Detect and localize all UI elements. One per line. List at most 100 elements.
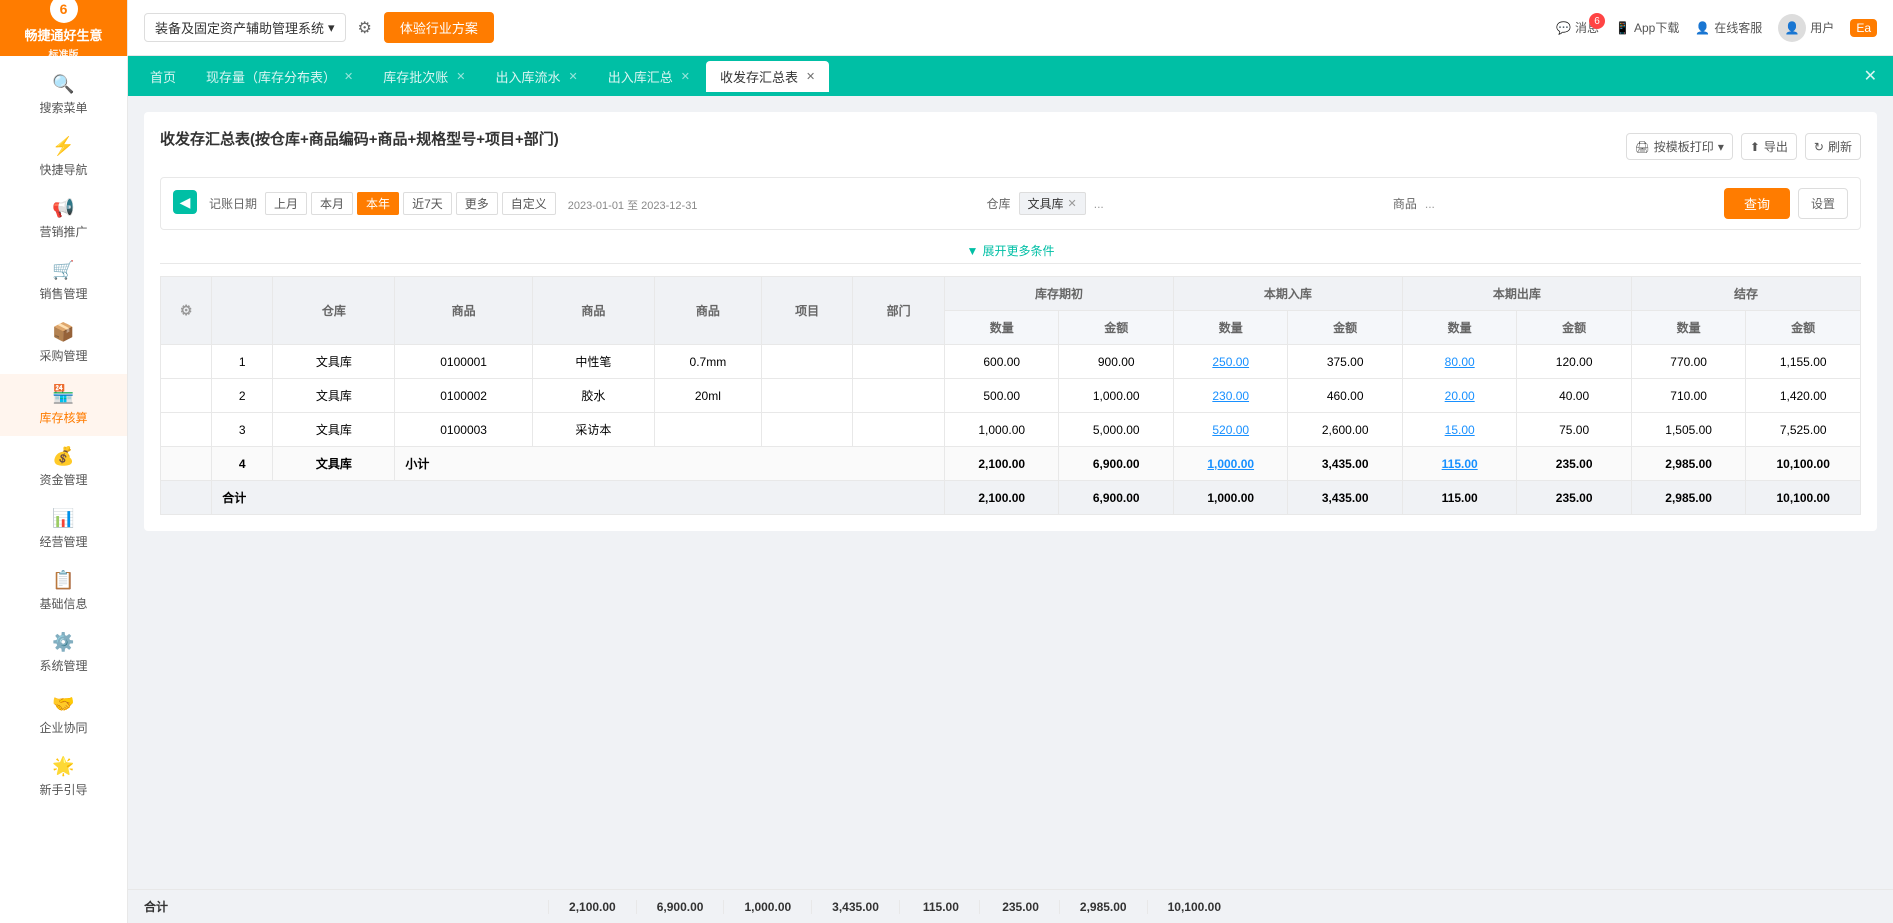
tab-batch[interactable]: 库存批次账 ✕ <box>369 61 479 92</box>
system-selector[interactable]: 装备及固定资产辅助管理系统 ▾ <box>144 13 346 42</box>
sub-out-qty[interactable]: 115.00 <box>1402 447 1516 481</box>
messages-btn[interactable]: 💬 消息 6 <box>1556 19 1599 36</box>
row-out-qty[interactable]: 15.00 <box>1402 413 1516 447</box>
date-buttons: 上月 本月 本年 近7天 更多 自定义 <box>265 192 556 215</box>
tab-close-summary[interactable]: ✕ <box>681 70 690 83</box>
sidebar-item-search[interactable]: 🔍 搜索菜单 <box>0 64 127 126</box>
row-name: 中性笔 <box>532 345 654 379</box>
date-btn-this-month[interactable]: 本月 <box>311 192 353 215</box>
basic-icon: 📋 <box>52 570 74 591</box>
date-btn-last-month[interactable]: 上月 <box>265 192 307 215</box>
row-name: 胶水 <box>532 379 654 413</box>
row-in-qty[interactable]: 250.00 <box>1173 345 1287 379</box>
date-btn-custom[interactable]: 自定义 <box>502 192 556 215</box>
warehouse-ellipsis[interactable]: ... <box>1094 197 1104 211</box>
query-btn[interactable]: 查询 <box>1724 188 1790 219</box>
row-spec <box>654 413 761 447</box>
row-bal-amt: 1,155.00 <box>1746 345 1861 379</box>
date-btn-this-year[interactable]: 本年 <box>357 192 399 215</box>
total-row: 合计 2,100.00 6,900.00 1,000.00 3,435.00 1… <box>161 481 1861 515</box>
row-bal-qty: 710.00 <box>1631 379 1745 413</box>
bottom-bal-amt: 10,100.00 <box>1147 900 1241 914</box>
sub-inv-qty: 2,100.00 <box>944 447 1058 481</box>
row-code: 0100001 <box>395 345 532 379</box>
tabbar-close-btn[interactable]: ✕ <box>1856 62 1885 90</box>
search-icon: 🔍 <box>52 74 74 95</box>
sidebar-item-purchase[interactable]: 📦 采购管理 <box>0 312 127 374</box>
export-btn[interactable]: ⬆ 导出 <box>1741 133 1797 160</box>
bottom-total-label: 合计 <box>144 898 168 915</box>
page-title: 收发存汇总表(按仓库+商品编码+商品+规格型号+项目+部门) <box>160 128 559 149</box>
sidebar-label-purchase: 采购管理 <box>39 347 87 364</box>
sidebar-item-enterprise[interactable]: 🤝 企业协同 <box>0 684 127 746</box>
app-download-btn[interactable]: 📱 App下载 <box>1615 19 1679 36</box>
service-icon: 👤 <box>1695 21 1710 35</box>
system-icon: ⚙️ <box>52 632 74 653</box>
tab-recv-send[interactable]: 收发存汇总表 ✕ <box>706 61 829 92</box>
export-icon: ⬆ <box>1750 140 1760 154</box>
tab-summary[interactable]: 出入库汇总 ✕ <box>594 61 704 92</box>
date-btn-more[interactable]: 更多 <box>456 192 498 215</box>
print-icon: 🖨 <box>1635 140 1650 154</box>
col-name-header: 商品 <box>532 277 654 345</box>
sales-icon: 🛒 <box>52 260 74 281</box>
goods-ellipsis[interactable]: ... <box>1425 197 1435 211</box>
app-logo: 6 畅捷通好生意 标准版 <box>0 0 127 56</box>
filter-collapse-btn[interactable]: ◀ <box>173 190 197 214</box>
sub-bal-amt: 10,100.00 <box>1746 447 1861 481</box>
tab-close-batch[interactable]: ✕ <box>456 70 465 83</box>
total-bal-amt: 10,100.00 <box>1746 481 1861 515</box>
expand-more-btn[interactable]: ▼ 展开更多条件 <box>160 238 1861 264</box>
col-bal-header: 结存 <box>1631 277 1860 311</box>
tab-stock-distribution[interactable]: 现存量（库存分布表） ✕ <box>192 61 367 92</box>
row-out-qty[interactable]: 80.00 <box>1402 345 1516 379</box>
row-out-qty[interactable]: 20.00 <box>1402 379 1516 413</box>
date-btn-7days[interactable]: 近7天 <box>403 192 452 215</box>
tab-close-flow[interactable]: ✕ <box>569 70 578 83</box>
sidebar-label-enterprise: 企业协同 <box>39 719 87 736</box>
sidebar-item-guide[interactable]: 🌟 新手引导 <box>0 746 127 808</box>
setting-btn[interactable]: 设置 <box>1798 188 1848 219</box>
table-settings-header[interactable]: ⚙ <box>161 277 212 345</box>
col-dept-header: 部门 <box>853 277 945 345</box>
row-settings <box>161 345 212 379</box>
sidebar-item-quick-nav[interactable]: ⚡ 快捷导航 <box>0 126 127 188</box>
tab-close-recv[interactable]: ✕ <box>806 70 815 83</box>
filter-bar: ◀ 记账日期 上月 本月 本年 近7天 更多 自定义 2023-01-01 至 … <box>160 177 1861 230</box>
sub-bal-qty: 2,985.00 <box>1631 447 1745 481</box>
refresh-btn[interactable]: ↻ 刷新 <box>1805 133 1861 160</box>
row-in-qty[interactable]: 230.00 <box>1173 379 1287 413</box>
tab-home[interactable]: 首页 <box>136 61 190 92</box>
sub-inv-amt: 6,900.00 <box>1059 447 1173 481</box>
sidebar-item-system[interactable]: ⚙️ 系统管理 <box>0 622 127 684</box>
row-inv-qty: 600.00 <box>944 345 1058 379</box>
settings-icon[interactable]: ⚙ <box>358 18 372 38</box>
user-menu[interactable]: 👤 用户 <box>1778 14 1834 42</box>
row-inv-qty: 1,000.00 <box>944 413 1058 447</box>
goods-label: 商品 <box>1393 195 1417 212</box>
tab-flow[interactable]: 出入库流水 ✕ <box>481 61 591 92</box>
col-project-header: 项目 <box>761 277 853 345</box>
sidebar-item-finance[interactable]: 💰 资金管理 <box>0 436 127 498</box>
row-warehouse: 文具库 <box>273 345 395 379</box>
warehouse-tag-close[interactable]: ✕ <box>1068 197 1077 210</box>
print-template-btn[interactable]: 🖨 按模板打印 ▾ <box>1626 133 1733 160</box>
sidebar-item-inventory[interactable]: 🏪 库存核算 <box>0 374 127 436</box>
sidebar-label-guide: 新手引导 <box>39 781 87 798</box>
sidebar-item-basic[interactable]: 📋 基础信息 <box>0 560 127 622</box>
total-settings <box>161 481 212 515</box>
finance-icon: 💰 <box>52 446 74 467</box>
sub-in-qty[interactable]: 1,000.00 <box>1173 447 1287 481</box>
trial-btn[interactable]: 体验行业方案 <box>384 12 494 43</box>
sidebar-item-marketing[interactable]: 📢 营销推广 <box>0 188 127 250</box>
tab-close-stock[interactable]: ✕ <box>344 70 353 83</box>
row-spec: 20ml <box>654 379 761 413</box>
expand-icon: ▼ <box>967 244 979 258</box>
message-icon: 💬 <box>1556 21 1571 35</box>
enterprise-icon: 🤝 <box>52 694 74 715</box>
sidebar-item-sales[interactable]: 🛒 销售管理 <box>0 250 127 312</box>
online-service-btn[interactable]: 👤 在线客服 <box>1695 19 1762 36</box>
sidebar-label-finance: 资金管理 <box>39 471 87 488</box>
sidebar-item-operations[interactable]: 📊 经营管理 <box>0 498 127 560</box>
row-in-qty[interactable]: 520.00 <box>1173 413 1287 447</box>
